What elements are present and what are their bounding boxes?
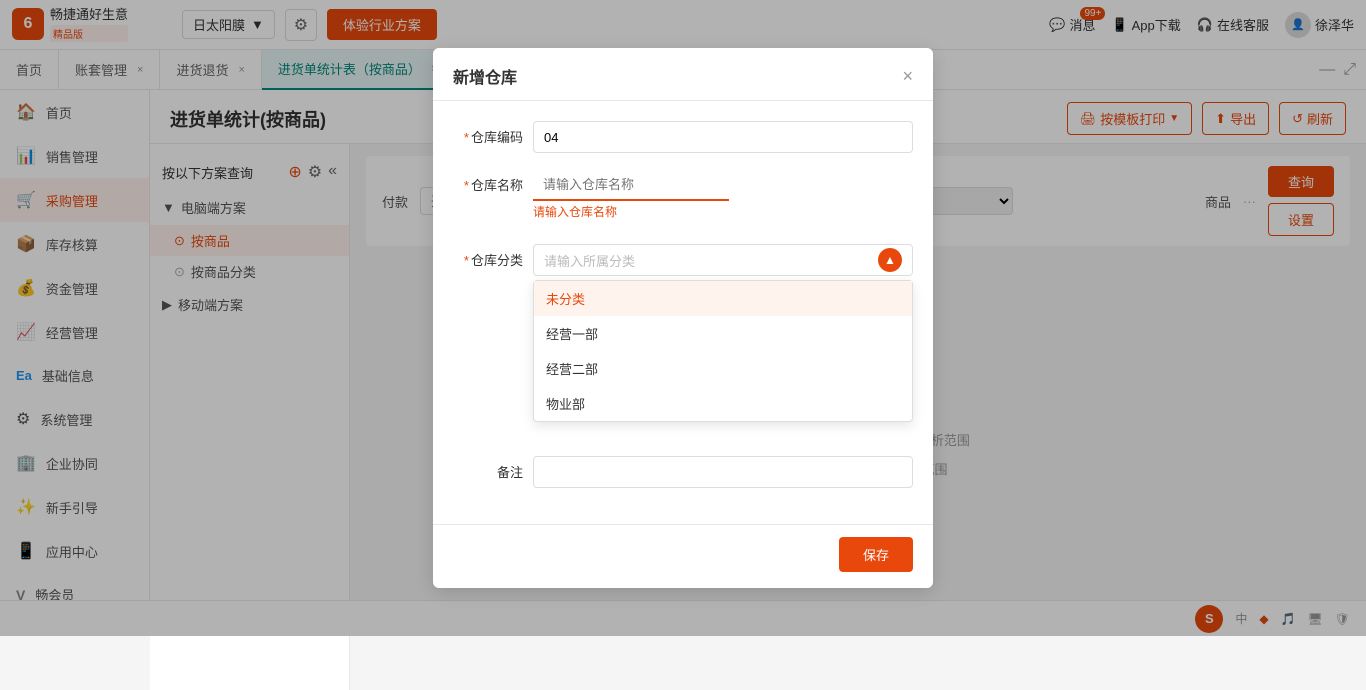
name-error-message: 请输入仓库名称 bbox=[533, 203, 913, 220]
category-label: 仓库分类 bbox=[453, 244, 533, 269]
category-dropdown[interactable]: 请输入所属分类 ▲ bbox=[533, 244, 913, 276]
form-row-code: 仓库编码 bbox=[453, 121, 913, 153]
name-input[interactable] bbox=[533, 169, 729, 201]
code-input[interactable] bbox=[533, 121, 913, 153]
save-button[interactable]: 保存 bbox=[839, 537, 913, 572]
name-label: 仓库名称 bbox=[453, 169, 533, 194]
category-dropdown-list: 未分类 经营一部 经营二部 物业部 bbox=[533, 280, 913, 422]
dropdown-option-dept2[interactable]: 经营二部 bbox=[534, 351, 912, 386]
add-warehouse-modal: 新增仓库 × 仓库编码 仓库名称 请输入仓库名称 仓库分类 bbox=[433, 48, 933, 588]
form-row-notes: 备注 bbox=[453, 456, 913, 488]
dropdown-option-dept1[interactable]: 经营一部 bbox=[534, 316, 912, 351]
modal-close-button[interactable]: × bbox=[902, 66, 913, 87]
code-label: 仓库编码 bbox=[453, 121, 533, 146]
dropdown-option-uncategorized[interactable]: 未分类 bbox=[534, 281, 912, 316]
category-placeholder: 请输入所属分类 bbox=[544, 251, 635, 270]
modal-title: 新增仓库 bbox=[453, 64, 517, 88]
notes-input[interactable] bbox=[533, 456, 913, 488]
modal-overlay: 新增仓库 × 仓库编码 仓库名称 请输入仓库名称 仓库分类 bbox=[0, 0, 1366, 636]
form-row-category: 仓库分类 请输入所属分类 ▲ 未分类 经营一部 经营二部 物业部 bbox=[453, 244, 913, 276]
modal-footer: 保存 bbox=[433, 524, 933, 588]
dropdown-option-property[interactable]: 物业部 bbox=[534, 386, 912, 421]
modal-body: 仓库编码 仓库名称 请输入仓库名称 仓库分类 请输入所属分类 ▲ bbox=[433, 101, 933, 524]
modal-header: 新增仓库 × bbox=[433, 48, 933, 101]
notes-label: 备注 bbox=[453, 456, 533, 481]
form-row-name: 仓库名称 请输入仓库名称 bbox=[453, 169, 913, 220]
dropdown-arrow-icon: ▲ bbox=[878, 248, 902, 272]
